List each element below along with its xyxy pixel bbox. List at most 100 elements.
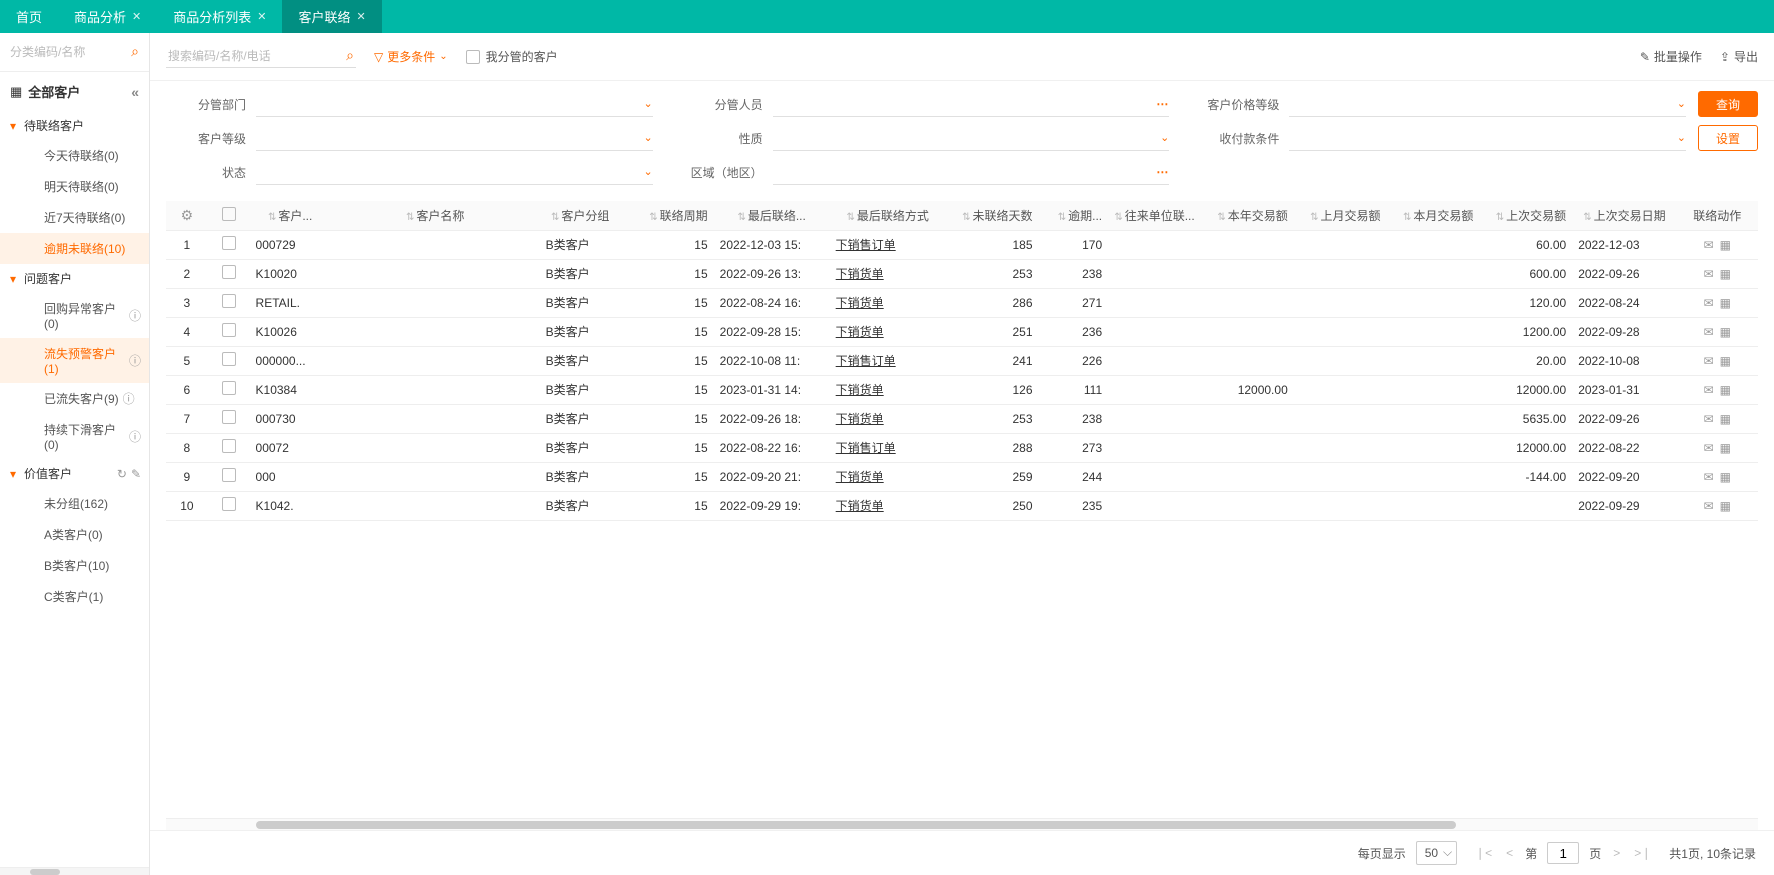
sidebar-group[interactable]: ▾待联络客户 — [0, 111, 149, 140]
cell-method-link[interactable]: 下销货单 — [836, 383, 884, 397]
col-customer-group[interactable]: 客户分组 — [540, 201, 621, 230]
more-icon[interactable]: ▦ — [1720, 325, 1731, 339]
main-search-input[interactable] — [166, 45, 356, 68]
sidebar-group[interactable]: ▾问题客户 — [0, 264, 149, 293]
col-last-contact-time[interactable]: 最后联络... — [714, 201, 830, 230]
search-icon[interactable]: ⌕ — [346, 47, 354, 64]
sidebar-group[interactable]: ▾价值客户↻✎ — [0, 459, 149, 488]
table-row[interactable]: 6K10384B类客户152023-01-31 14:下销货单126111120… — [166, 375, 1758, 404]
filter-pay-cond[interactable]: ⌄ — [1289, 125, 1686, 151]
last-page-button[interactable]: >❘ — [1632, 846, 1653, 860]
per-page-select[interactable]: 50 — [1416, 841, 1457, 865]
sidebar-search-input[interactable] — [8, 41, 141, 63]
settings-button[interactable]: 设置 — [1698, 125, 1758, 151]
row-checkbox[interactable] — [222, 323, 236, 337]
more-icon[interactable]: ▦ — [1720, 267, 1731, 281]
select-all-checkbox[interactable] — [222, 207, 236, 221]
wechat-icon[interactable]: ✉ — [1704, 441, 1714, 455]
sidebar-item[interactable]: 未分组(162) — [0, 488, 149, 519]
table-row[interactable]: 800072B类客户152022-08-22 16:下销售订单288273120… — [166, 433, 1758, 462]
col-last-amount[interactable]: 上次交易额 — [1479, 201, 1572, 230]
sidebar-item[interactable]: 逾期未联络(10) — [0, 233, 149, 264]
cell-method-link[interactable]: 下销货单 — [836, 412, 884, 426]
more-icon[interactable]: ▦ — [1720, 354, 1731, 368]
wechat-icon[interactable]: ✉ — [1704, 238, 1714, 252]
table-row[interactable]: 1000729B类客户152022-12-03 15:下销售订单18517060… — [166, 230, 1758, 259]
cell-method-link[interactable]: 下销货单 — [836, 267, 884, 281]
gear-icon[interactable]: ⚙ — [181, 207, 194, 223]
my-customers-checkbox[interactable]: 我分管的客户 — [466, 48, 558, 65]
tab-product-analysis[interactable]: 商品分析✕ — [58, 0, 157, 33]
wechat-icon[interactable]: ✉ — [1704, 383, 1714, 397]
cell-method-link[interactable]: 下销售订单 — [836, 441, 896, 455]
prev-page-button[interactable]: < — [1504, 846, 1515, 860]
collapse-icon[interactable]: « — [131, 84, 139, 100]
col-last-date[interactable]: 上次交易日期 — [1572, 201, 1676, 230]
filter-status[interactable]: ⌄ — [256, 159, 653, 185]
col-this-month[interactable]: 本月交易额 — [1387, 201, 1480, 230]
table-row[interactable]: 9000B类客户152022-09-20 21:下销货单259244-144.0… — [166, 462, 1758, 491]
wechat-icon[interactable]: ✉ — [1704, 499, 1714, 513]
close-icon[interactable]: ✕ — [257, 10, 266, 23]
col-unit-contact[interactable]: 往来单位联... — [1108, 201, 1201, 230]
more-conditions[interactable]: ▽ 更多条件 ⌄ — [374, 48, 448, 65]
row-checkbox[interactable] — [222, 352, 236, 366]
filter-person[interactable]: ⋯ — [773, 91, 1170, 117]
more-icon[interactable]: ▦ — [1720, 499, 1731, 513]
sidebar-item[interactable]: C类客户(1) — [0, 581, 149, 612]
wechat-icon[interactable]: ✉ — [1704, 412, 1714, 426]
sidebar-item[interactable]: 近7天待联络(0) — [0, 202, 149, 233]
table-row[interactable]: 2K10020B类客户152022-09-26 13:下销货单253238600… — [166, 259, 1758, 288]
sidebar-item[interactable]: 今天待联络(0) — [0, 140, 149, 171]
wechat-icon[interactable]: ✉ — [1704, 267, 1714, 281]
sidebar-item[interactable]: 回购异常客户(0)ⓘ — [0, 293, 149, 338]
table-row[interactable]: 10K1042.B类客户152022-09-29 19:下销货单25023520… — [166, 491, 1758, 520]
search-icon[interactable]: ⌕ — [131, 43, 139, 60]
col-days-no-contact[interactable]: 未联络天数 — [946, 201, 1039, 230]
row-checkbox[interactable] — [222, 265, 236, 279]
wechat-icon[interactable]: ✉ — [1704, 354, 1714, 368]
row-checkbox[interactable] — [222, 294, 236, 308]
sidebar-item[interactable]: 明天待联络(0) — [0, 171, 149, 202]
row-checkbox[interactable] — [222, 381, 236, 395]
help-icon[interactable]: ⓘ — [129, 428, 141, 445]
more-icon[interactable]: ▦ — [1720, 238, 1731, 252]
export-button[interactable]: ⇪导出 — [1720, 48, 1758, 65]
row-checkbox[interactable] — [222, 236, 236, 250]
page-input[interactable] — [1547, 842, 1579, 864]
col-last-contact-method[interactable]: 最后联络方式 — [830, 201, 946, 230]
row-checkbox[interactable] — [222, 497, 236, 511]
sidebar-scrollbar[interactable] — [0, 867, 149, 875]
row-checkbox[interactable] — [222, 468, 236, 482]
cell-method-link[interactable]: 下销货单 — [836, 325, 884, 339]
sidebar-item[interactable]: 流失预警客户(1)ⓘ — [0, 338, 149, 383]
wechat-icon[interactable]: ✉ — [1704, 325, 1714, 339]
table-row[interactable]: 3RETAIL.B类客户152022-08-24 16:下销货单28627112… — [166, 288, 1758, 317]
more-icon[interactable]: ▦ — [1720, 412, 1731, 426]
help-icon[interactable]: ⓘ — [129, 307, 141, 324]
help-icon[interactable]: ⓘ — [123, 390, 135, 407]
edit-icon[interactable]: ✎ — [131, 467, 141, 481]
cell-method-link[interactable]: 下销售订单 — [836, 354, 896, 368]
wechat-icon[interactable]: ✉ — [1704, 470, 1714, 484]
table-row[interactable]: 4K10026B类客户152022-09-28 15:下销货单251236120… — [166, 317, 1758, 346]
filter-nature[interactable]: ⌄ — [773, 125, 1170, 151]
row-checkbox[interactable] — [222, 410, 236, 424]
more-icon[interactable]: ▦ — [1720, 441, 1731, 455]
tab-product-analysis-list[interactable]: 商品分析列表✕ — [157, 0, 282, 33]
col-last-month[interactable]: 上月交易额 — [1294, 201, 1387, 230]
col-contact-cycle[interactable]: 联络周期 — [621, 201, 714, 230]
next-page-button[interactable]: > — [1611, 846, 1622, 860]
sidebar-item[interactable]: 已流失客户(9)ⓘ — [0, 383, 149, 414]
first-page-button[interactable]: ❘< — [1473, 846, 1494, 860]
sidebar-item[interactable]: A类客户(0) — [0, 519, 149, 550]
filter-dept[interactable]: ⌄ — [256, 91, 653, 117]
query-button[interactable]: 查询 — [1698, 91, 1758, 117]
filter-price-level[interactable]: ⌄ — [1289, 91, 1686, 117]
col-customer-name[interactable]: 客户名称 — [331, 201, 540, 230]
wechat-icon[interactable]: ✉ — [1704, 296, 1714, 310]
cell-method-link[interactable]: 下销售订单 — [836, 238, 896, 252]
sidebar-all-customers[interactable]: 全部客户 — [28, 82, 80, 101]
filter-region[interactable]: ⋯ — [773, 159, 1170, 185]
more-icon[interactable]: ▦ — [1720, 470, 1731, 484]
